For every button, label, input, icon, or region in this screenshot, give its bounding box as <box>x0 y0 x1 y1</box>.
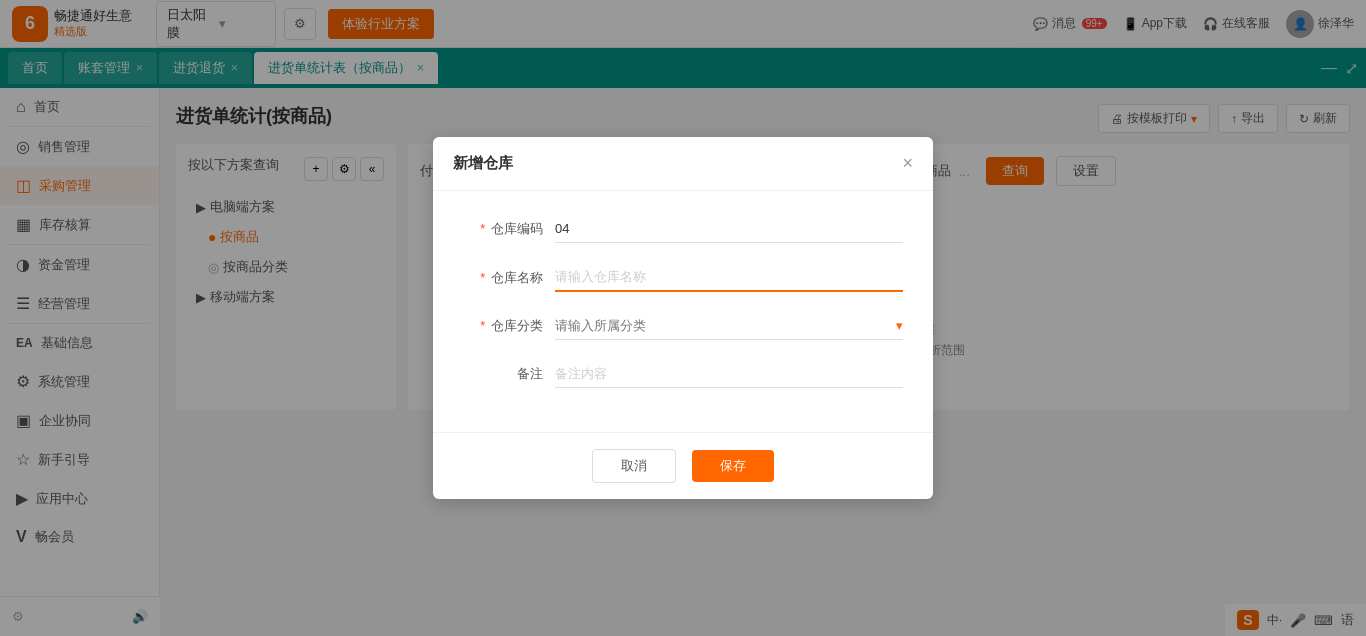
cancel-button[interactable]: 取消 <box>592 449 676 483</box>
modal-close-button[interactable]: × <box>902 153 913 174</box>
category-dropdown-icon[interactable]: ▾ <box>896 318 903 333</box>
modal-header: 新增仓库 × <box>433 137 933 191</box>
form-row-code: * 仓库编码 <box>463 215 903 243</box>
modal-body: * 仓库编码 * 仓库名称 * 仓库分类 <box>433 191 933 432</box>
code-input[interactable] <box>555 215 903 243</box>
save-button[interactable]: 保存 <box>692 450 774 482</box>
name-required-mark: * <box>480 270 485 285</box>
category-select-wrap: ▾ <box>555 312 903 340</box>
modal-overlay: 新增仓库 × * 仓库编码 * 仓库名称 <box>0 0 1366 636</box>
code-required-mark: * <box>480 221 485 236</box>
modal-footer: 取消 保存 <box>433 432 933 499</box>
category-required-mark: * <box>480 318 485 333</box>
category-input[interactable] <box>555 312 896 339</box>
category-label: * 仓库分类 <box>463 317 543 335</box>
name-label: * 仓库名称 <box>463 269 543 287</box>
name-input[interactable] <box>555 263 903 292</box>
form-row-name: * 仓库名称 <box>463 263 903 292</box>
modal-title: 新增仓库 <box>453 154 513 173</box>
add-warehouse-modal: 新增仓库 × * 仓库编码 * 仓库名称 <box>433 137 933 499</box>
note-label: 备注 <box>463 365 543 383</box>
form-row-note: 备注 <box>463 360 903 388</box>
code-label: * 仓库编码 <box>463 220 543 238</box>
note-input[interactable] <box>555 360 903 388</box>
form-row-category: * 仓库分类 ▾ <box>463 312 903 340</box>
